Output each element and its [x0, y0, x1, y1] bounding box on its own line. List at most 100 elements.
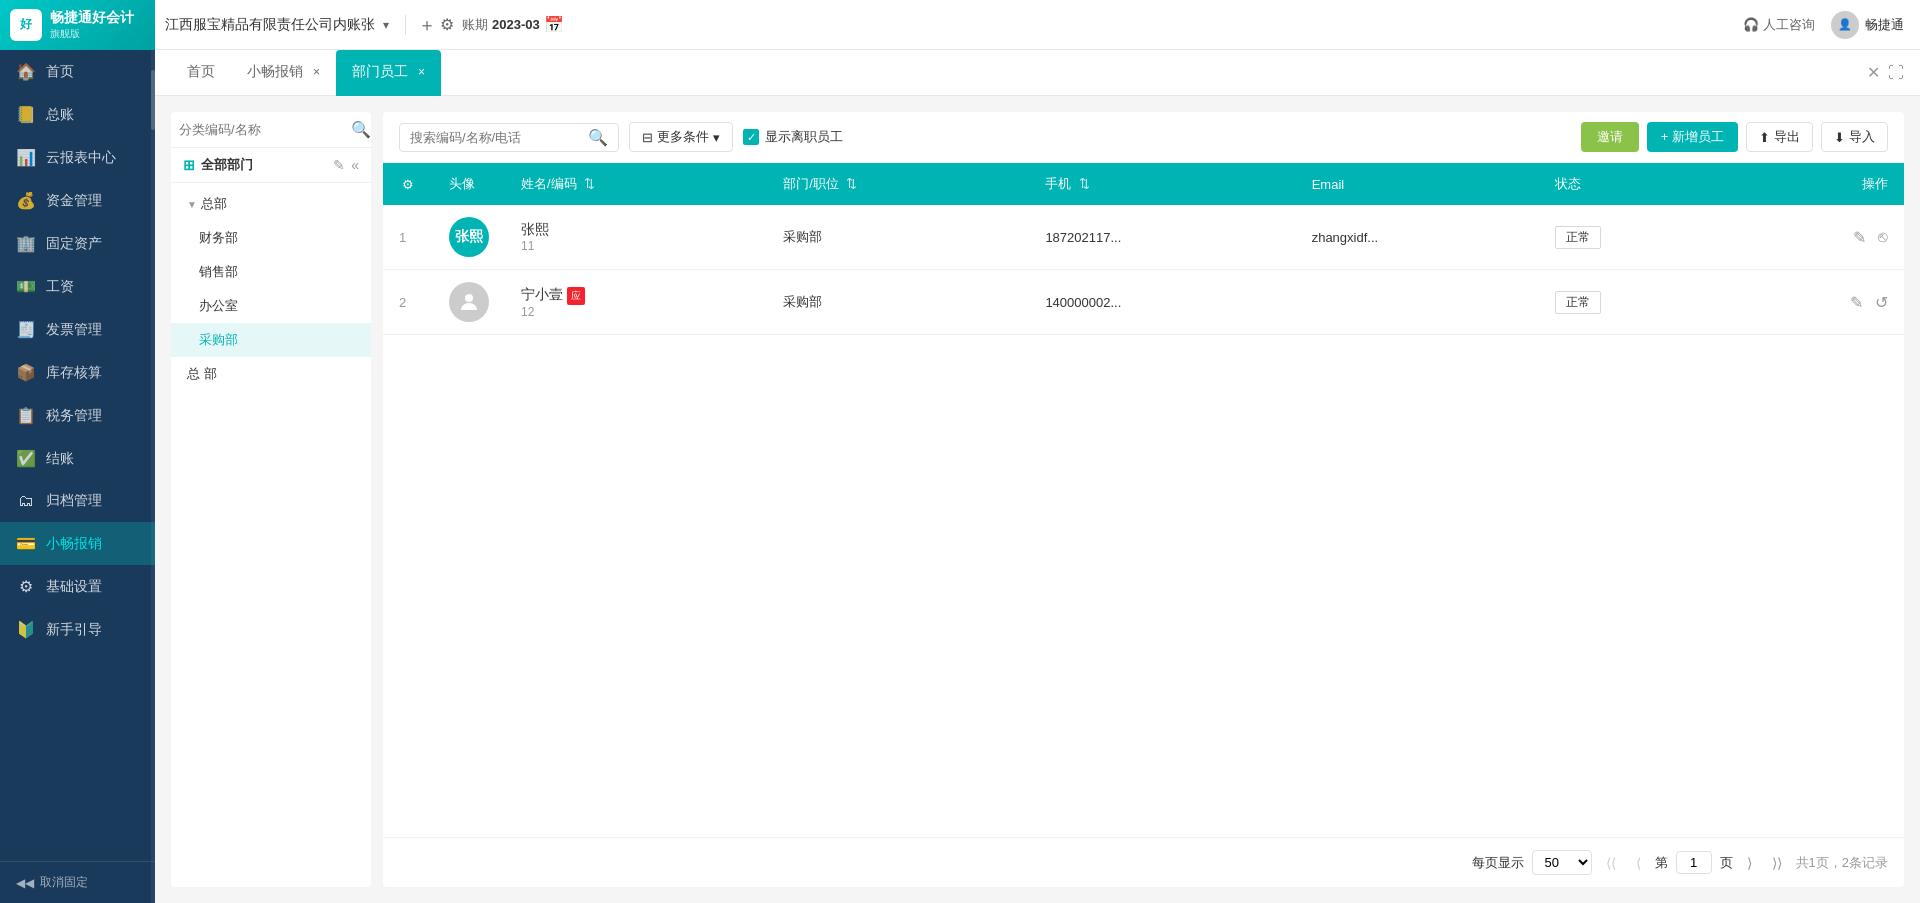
sidebar-item-assets[interactable]: 🏢 固定资产 — [0, 222, 155, 265]
col-actions: 操作 — [1731, 163, 1904, 205]
emp-name: 宁小壹应 — [521, 286, 751, 305]
settings-btn[interactable]: ⚙ — [440, 15, 454, 34]
sidebar-item-inventory[interactable]: 📦 库存核算 — [0, 351, 155, 394]
page-number-input[interactable] — [1676, 851, 1712, 874]
dept-search-input[interactable] — [179, 122, 347, 137]
col-settings[interactable]: ⚙ — [383, 163, 433, 205]
sidebar-label-assets: 固定资产 — [46, 235, 102, 253]
sidebar-item-settings[interactable]: ⚙ 基础设置 — [0, 565, 155, 608]
invite-btn[interactable]: 邀请 — [1581, 122, 1639, 152]
filter-icon: ⊟ — [642, 130, 653, 145]
support-label: 人工咨询 — [1763, 16, 1815, 34]
tab-expense-close[interactable]: × — [309, 65, 320, 79]
table-header-row: ⚙ 头像 姓名/编码 ⇅ 部门/职位 ⇅ — [383, 163, 1904, 205]
filter-arrow-icon: ▾ — [713, 130, 720, 145]
assets-icon: 🏢 — [16, 234, 36, 253]
funds-icon: 💰 — [16, 191, 36, 210]
tab-close-btn[interactable]: ✕ — [1867, 63, 1880, 82]
sidebar-item-archive[interactable]: 🗂 归档管理 — [0, 480, 155, 522]
employee-search-input[interactable] — [410, 130, 582, 145]
delete-employee-btn[interactable]: ↺ — [1875, 293, 1888, 312]
tab-dept-employee-close[interactable]: × — [414, 65, 425, 79]
next-page-btn[interactable]: ⟩ — [1741, 853, 1758, 873]
edit-employee-btn[interactable]: ✎ — [1853, 228, 1866, 247]
dept-node-office[interactable]: 办公室 — [171, 289, 371, 323]
cancel-fixed-btn[interactable]: ◀◀ 取消固定 — [0, 861, 155, 903]
support-btn[interactable]: 🎧 人工咨询 — [1743, 16, 1815, 34]
row-avatar: 张熙 — [433, 205, 505, 270]
col-status: 状态 — [1539, 163, 1731, 205]
all-dept-label: 全部部门 — [201, 156, 253, 174]
filter-btn[interactable]: ⊟ 更多条件 ▾ — [629, 122, 733, 152]
dept-search-icon[interactable]: 🔍 — [351, 120, 371, 139]
sidebar-item-reports[interactable]: 📊 云报表中心 — [0, 136, 155, 179]
dept-node-purchase[interactable]: 采购部 — [171, 323, 371, 357]
dept-node-sales[interactable]: 销售部 — [171, 255, 371, 289]
sort-name-icon: ⇅ — [584, 176, 595, 191]
filter-label: 更多条件 — [657, 128, 709, 146]
employee-search-icon[interactable]: 🔍 — [588, 128, 608, 147]
page-content: 🔍 ⊞ 全部部门 ✎ « ▼ 总部 财务部 — [155, 96, 1920, 903]
sidebar-item-ledger[interactable]: 📒 总账 — [0, 93, 155, 136]
tab-home[interactable]: 首页 — [171, 50, 231, 96]
tab-expand-btn[interactable]: ⛶ — [1888, 63, 1904, 82]
sidebar-item-funds[interactable]: 💰 资金管理 — [0, 179, 155, 222]
sidebar-item-invoice[interactable]: 🧾 发票管理 — [0, 308, 155, 351]
top-header: 好 畅捷通好会计 旗舰版 江西服宝精品有限责任公司内账张 ▾ ＋ ⚙ 账期 20… — [0, 0, 1920, 50]
show-resigned-label: 显示离职员工 — [765, 128, 843, 146]
period-value: 2023-03 — [492, 17, 540, 32]
export-btn[interactable]: ⬆ 导出 — [1746, 122, 1813, 152]
row-avatar — [433, 270, 505, 335]
edit-employee-btn[interactable]: ✎ — [1850, 293, 1863, 312]
emp-code: 12 — [521, 305, 751, 319]
sidebar-label-inventory: 库存核算 — [46, 364, 102, 382]
sidebar-scrollbar[interactable] — [151, 50, 155, 903]
emp-tag-badge: 应 — [567, 287, 585, 305]
company-dropdown-btn[interactable]: ▾ — [379, 14, 393, 36]
calendar-icon[interactable]: 📅 — [544, 15, 564, 34]
col-mobile[interactable]: 手机 ⇅ — [1029, 163, 1295, 205]
col-name-code[interactable]: 姓名/编码 ⇅ — [505, 163, 767, 205]
sidebar-item-salary[interactable]: 💵 工资 — [0, 265, 155, 308]
dept-edit-btn[interactable]: ✎ — [333, 157, 345, 173]
salary-icon: 💵 — [16, 277, 36, 296]
settings-icon: ⚙ — [16, 577, 36, 596]
main-layout: 🏠 首页 📒 总账 📊 云报表中心 💰 资金管理 🏢 固定资产 💵 工资 🧾 发… — [0, 50, 1920, 903]
row-email — [1296, 270, 1539, 335]
sidebar-label-checkout: 结账 — [46, 450, 74, 468]
last-page-btn[interactable]: ⟩⟩ — [1766, 853, 1788, 873]
tab-dept-employee[interactable]: 部门员工 × — [336, 50, 441, 96]
dept-node-zongbu[interactable]: 总 部 — [171, 357, 371, 391]
sidebar-item-home[interactable]: 🏠 首页 — [0, 50, 155, 93]
prev-page-btn[interactable]: ⟨ — [1630, 853, 1647, 873]
arrow-down-icon: ▼ — [187, 199, 197, 210]
page-size-select[interactable]: 50 10 20 100 — [1532, 850, 1592, 875]
header-divider — [405, 15, 406, 35]
user-area[interactable]: 👤 畅捷通 — [1831, 11, 1904, 39]
sidebar-item-tax[interactable]: 📋 税务管理 — [0, 394, 155, 437]
dept-node-finance[interactable]: 财务部 — [171, 221, 371, 255]
svg-point-0 — [465, 294, 473, 302]
dept-zongbu-parent-label: 总部 — [201, 195, 227, 213]
add-employee-btn[interactable]: + 新增员工 — [1647, 122, 1738, 152]
col-email: Email — [1296, 163, 1539, 205]
tab-expense[interactable]: 小畅报销 × — [231, 50, 336, 96]
total-text: 共1页，2条记录 — [1796, 854, 1888, 872]
sidebar-item-checkout[interactable]: ✅ 结账 — [0, 437, 155, 480]
period-label: 账期 — [462, 16, 488, 34]
sidebar-item-guide[interactable]: 🔰 新手引导 — [0, 608, 155, 651]
logout-employee-btn[interactable]: ⎋ — [1878, 228, 1888, 247]
add-btn[interactable]: ＋ — [418, 13, 436, 37]
row-name-code: 张熙11 — [505, 205, 767, 270]
row-mobile: 187202117... — [1029, 205, 1295, 270]
dept-collapse-btn[interactable]: « — [351, 157, 359, 173]
show-resigned-checkbox[interactable]: ✓ — [743, 129, 759, 145]
first-page-btn[interactable]: ⟨⟨ — [1600, 853, 1622, 873]
export-icon: ⬆ — [1759, 130, 1770, 145]
sidebar-item-expense[interactable]: 💳 小畅报销 — [0, 522, 155, 565]
show-resigned[interactable]: ✓ 显示离职员工 — [743, 128, 843, 146]
dept-node-zongbu-parent[interactable]: ▼ 总部 — [171, 187, 371, 221]
user-avatar: 👤 — [1831, 11, 1859, 39]
import-btn[interactable]: ⬇ 导入 — [1821, 122, 1888, 152]
col-dept-position[interactable]: 部门/职位 ⇅ — [767, 163, 1029, 205]
